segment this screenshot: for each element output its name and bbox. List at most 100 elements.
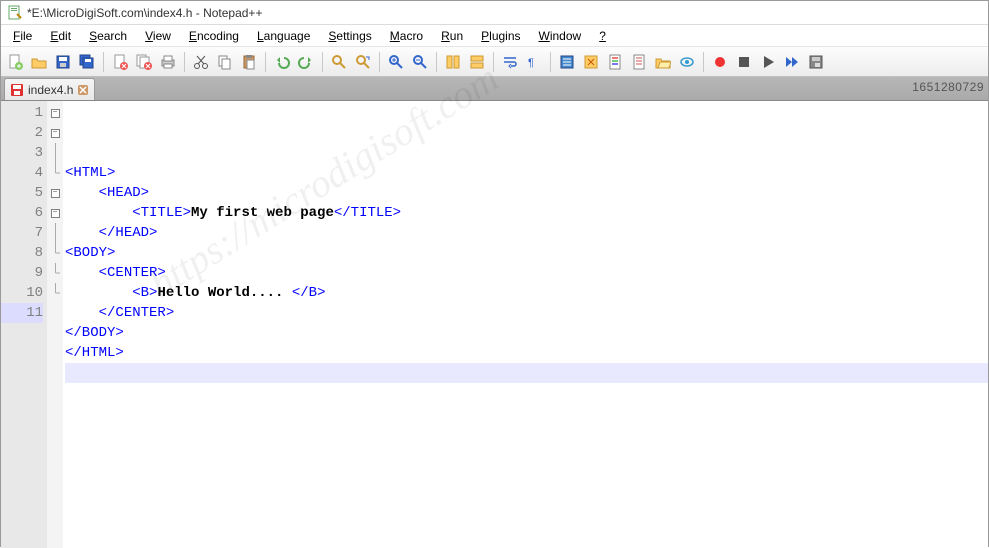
code-line[interactable] — [65, 363, 988, 383]
toolbar-separator — [379, 52, 380, 72]
word-wrap-icon — [502, 54, 518, 70]
indent-guide-button[interactable] — [556, 51, 578, 73]
play-macro-button[interactable] — [757, 51, 779, 73]
fold-marker — [47, 223, 63, 243]
save-file-button[interactable] — [52, 51, 74, 73]
monitor-button[interactable] — [676, 51, 698, 73]
line-number: 7 — [1, 223, 43, 243]
paste-icon — [241, 54, 257, 70]
editor[interactable]: 1234567891011 −−−− https://microdigisoft… — [1, 101, 988, 548]
fold-marker — [47, 263, 63, 283]
save-all-button[interactable] — [76, 51, 98, 73]
window-title: *E:\MicroDigiSoft.com\index4.h - Notepad… — [27, 6, 262, 20]
code-line[interactable]: </CENTER> — [65, 303, 988, 323]
menu-item[interactable]: Settings — [319, 27, 380, 45]
toolbar-separator — [184, 52, 185, 72]
line-number: 3 — [1, 143, 43, 163]
line-number: 11 — [1, 303, 43, 323]
close-all-icon — [136, 54, 152, 70]
new-file-button[interactable] — [4, 51, 26, 73]
play-multi-icon — [784, 54, 800, 70]
toolbar-separator — [550, 52, 551, 72]
monitor-icon — [679, 54, 695, 70]
copy-button[interactable] — [214, 51, 236, 73]
fold-column: −−−− — [47, 101, 63, 548]
code-line[interactable]: <HEAD> — [65, 183, 988, 203]
find-button[interactable] — [328, 51, 350, 73]
code-line[interactable]: </BODY> — [65, 323, 988, 343]
undo-button[interactable] — [271, 51, 293, 73]
open-file-button[interactable] — [28, 51, 50, 73]
fold-marker[interactable]: − — [47, 203, 63, 223]
fold-marker — [47, 143, 63, 163]
menu-item[interactable]: Window — [530, 27, 591, 45]
play-macro-icon — [760, 54, 776, 70]
toolbar: ¶ — [1, 47, 988, 77]
print-button[interactable] — [157, 51, 179, 73]
toolbar-separator — [703, 52, 704, 72]
func-list-button[interactable] — [628, 51, 650, 73]
redo-icon — [298, 54, 314, 70]
menu-item[interactable]: Language — [248, 27, 319, 45]
replace-icon — [355, 54, 371, 70]
zoom-in-button[interactable] — [385, 51, 407, 73]
stop-macro-button[interactable] — [733, 51, 755, 73]
fold-marker — [47, 283, 63, 303]
menu-item[interactable]: Search — [80, 27, 136, 45]
code-line[interactable]: <BODY> — [65, 243, 988, 263]
doc-map-button[interactable] — [604, 51, 626, 73]
menu-item[interactable]: Macro — [381, 27, 432, 45]
menu-item[interactable]: File — [4, 27, 41, 45]
toolbar-separator — [493, 52, 494, 72]
redo-button[interactable] — [295, 51, 317, 73]
replace-button[interactable] — [352, 51, 374, 73]
play-multi-button[interactable] — [781, 51, 803, 73]
tab-close-button[interactable] — [77, 84, 89, 96]
fold-marker — [47, 163, 63, 183]
toolbar-separator — [265, 52, 266, 72]
menu-item[interactable]: Plugins — [472, 27, 529, 45]
line-number: 5 — [1, 183, 43, 203]
code-line[interactable]: </HEAD> — [65, 223, 988, 243]
fold-marker[interactable]: − — [47, 183, 63, 203]
code-line[interactable]: </HTML> — [65, 343, 988, 363]
copy-icon — [217, 54, 233, 70]
stop-macro-icon — [736, 54, 752, 70]
close-all-button[interactable] — [133, 51, 155, 73]
menu-item[interactable]: View — [136, 27, 180, 45]
code-line[interactable]: <TITLE>My first web page</TITLE> — [65, 203, 988, 223]
code-line[interactable]: <B>Hello World.... </B> — [65, 283, 988, 303]
close-file-button[interactable] — [109, 51, 131, 73]
cut-button[interactable] — [190, 51, 212, 73]
user-lang-button[interactable] — [580, 51, 602, 73]
menu-item[interactable]: Edit — [41, 27, 80, 45]
word-wrap-button[interactable] — [499, 51, 521, 73]
line-number: 10 — [1, 283, 43, 303]
sync-v-button[interactable] — [442, 51, 464, 73]
line-number: 2 — [1, 123, 43, 143]
func-list-icon — [631, 54, 647, 70]
show-all-button[interactable]: ¶ — [523, 51, 545, 73]
open-file-icon — [31, 54, 47, 70]
toolbar-separator — [436, 52, 437, 72]
sync-h-button[interactable] — [466, 51, 488, 73]
unsaved-icon — [10, 83, 24, 97]
save-macro-button[interactable] — [805, 51, 827, 73]
code-line[interactable]: <CENTER> — [65, 263, 988, 283]
file-tab[interactable]: index4.h — [4, 78, 95, 100]
code-line[interactable]: <HTML> — [65, 163, 988, 183]
menu-item[interactable]: ? — [590, 27, 615, 45]
menu-item[interactable]: Encoding — [180, 27, 248, 45]
fold-marker[interactable]: − — [47, 123, 63, 143]
fold-marker — [47, 303, 63, 323]
paste-button[interactable] — [238, 51, 260, 73]
sync-h-icon — [469, 54, 485, 70]
code-area[interactable]: https://microdigisoft.com <HTML> <HEAD> … — [63, 101, 988, 548]
menu-item[interactable]: Run — [432, 27, 472, 45]
save-file-icon — [55, 54, 71, 70]
zoom-out-button[interactable] — [409, 51, 431, 73]
record-macro-button[interactable] — [709, 51, 731, 73]
fold-marker[interactable]: − — [47, 103, 63, 123]
toolbar-separator — [322, 52, 323, 72]
folder-open-button[interactable] — [652, 51, 674, 73]
